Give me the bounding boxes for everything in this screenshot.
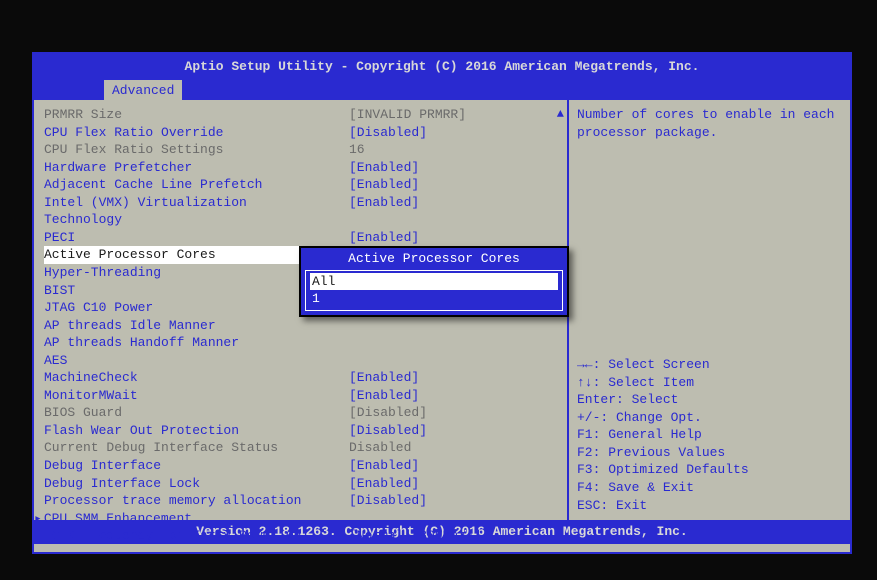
settings-panel: ▲ PRMRR Size[INVALID PRMRR]CPU Flex Rati… <box>34 100 569 520</box>
popup-title: Active Processor Cores <box>301 248 567 270</box>
setting-value: [Enabled] <box>349 194 419 212</box>
setting-value: [Enabled] <box>349 475 419 493</box>
setting-label: PECI <box>44 229 349 247</box>
setting-row[interactable]: PRMRR Size[INVALID PRMRR] <box>44 106 563 124</box>
setting-row[interactable]: Debug Interface Lock[Enabled] <box>44 475 563 493</box>
setting-label: Hardware Prefetcher <box>44 159 349 177</box>
setting-label: MachineCheck <box>44 369 349 387</box>
settings-list[interactable]: PRMRR Size[INVALID PRMRR]CPU Flex Ratio … <box>44 106 563 545</box>
popup-active-processor-cores: Active Processor Cores All1 <box>299 246 569 317</box>
setting-value: [Enabled] <box>349 387 419 405</box>
setting-label: Debug Interface <box>44 457 349 475</box>
popup-body[interactable]: All1 <box>305 270 563 311</box>
setting-value: [Enabled] <box>349 176 419 194</box>
legend-line: Enter: Select <box>577 391 749 409</box>
setting-row[interactable]: BIOS Guard[Disabled] <box>44 404 563 422</box>
tab-row: Advanced <box>34 80 850 101</box>
setting-row[interactable]: Debug Interface[Enabled] <box>44 457 563 475</box>
setting-label: AES <box>44 352 349 370</box>
setting-value: [Enabled] <box>349 159 419 177</box>
popup-option[interactable]: All <box>310 273 558 291</box>
legend-line: F2: Previous Values <box>577 444 749 462</box>
legend-line: ESC: Exit <box>577 497 749 515</box>
setting-label: Debug Interface Lock <box>44 475 349 493</box>
setting-row[interactable]: CPU Flex Ratio Override[Disabled] <box>44 124 563 142</box>
bios-screen: Aptio Setup Utility - Copyright (C) 2016… <box>32 52 852 554</box>
setting-row[interactable]: Adjacent Cache Line Prefetch[Enabled] <box>44 176 563 194</box>
legend-line: F4: Save & Exit <box>577 479 749 497</box>
setting-value: [Enabled] <box>349 457 419 475</box>
setting-value: [Disabled] <box>349 124 427 142</box>
setting-row[interactable]: MonitorMWait[Enabled] <box>44 387 563 405</box>
title-bar: Aptio Setup Utility - Copyright (C) 2016… <box>34 54 850 80</box>
submenu-arrow-icon: ▸ <box>34 510 44 528</box>
setting-row[interactable]: MachineCheck[Enabled] <box>44 369 563 387</box>
setting-label: AP threads Handoff Manner <box>44 334 349 352</box>
setting-row[interactable]: AES <box>44 352 563 370</box>
setting-value: [Disabled] <box>349 492 427 510</box>
setting-row[interactable]: PECI[Enabled] <box>44 229 563 247</box>
tab-advanced[interactable]: Advanced <box>104 80 182 101</box>
setting-label: PRMRR Size <box>44 106 349 124</box>
setting-row[interactable]: Intel (VMX) Virtualization[Enabled] <box>44 194 563 212</box>
setting-label: Flash Wear Out Protection <box>44 422 349 440</box>
setting-label: Technology <box>44 211 349 229</box>
legend-line: ↑↓: Select Item <box>577 374 749 392</box>
tab-label: Advanced <box>112 83 174 98</box>
setting-label: FCLK Frequency for Early Power On <box>44 527 349 545</box>
main-area: ▲ PRMRR Size[INVALID PRMRR]CPU Flex Rati… <box>34 100 850 520</box>
key-legend: →←: Select Screen↑↓: Select ItemEnter: S… <box>577 356 749 514</box>
legend-line: F3: Optimized Defaults <box>577 461 749 479</box>
setting-row[interactable]: Hardware Prefetcher[Enabled] <box>44 159 563 177</box>
setting-label: Current Debug Interface Status <box>44 439 349 457</box>
setting-label: CPU SMM Enhancement <box>44 510 349 528</box>
setting-value: [INVALID PRMRR] <box>349 106 466 124</box>
setting-value: [Disabled] <box>349 422 427 440</box>
setting-row[interactable]: Technology <box>44 211 563 229</box>
legend-line: +/-: Change Opt. <box>577 409 749 427</box>
setting-value: [Normal (800Mhz)] <box>349 527 482 545</box>
setting-value: 16 <box>349 141 365 159</box>
setting-value: [Enabled] <box>349 229 419 247</box>
setting-value: [Disabled] <box>349 404 427 422</box>
title-text: Aptio Setup Utility - Copyright (C) 2016… <box>185 59 700 74</box>
setting-row[interactable]: AP threads Idle Manner <box>44 317 563 335</box>
legend-line: →←: Select Screen <box>577 356 749 374</box>
setting-label: Intel (VMX) Virtualization <box>44 194 349 212</box>
setting-row[interactable]: Processor trace memory allocation[Disabl… <box>44 492 563 510</box>
help-text: Number of cores to enable in each proces… <box>577 106 842 141</box>
scroll-up-icon: ▲ <box>557 106 564 122</box>
setting-label: CPU Flex Ratio Settings <box>44 141 349 159</box>
setting-label: BIOS Guard <box>44 404 349 422</box>
help-panel: Number of cores to enable in each proces… <box>569 100 850 520</box>
setting-label: MonitorMWait <box>44 387 349 405</box>
setting-row[interactable]: Flash Wear Out Protection[Disabled] <box>44 422 563 440</box>
setting-value: [Enabled] <box>349 369 419 387</box>
setting-row[interactable]: AP threads Handoff Manner <box>44 334 563 352</box>
setting-row[interactable]: CPU Flex Ratio Settings16 <box>44 141 563 159</box>
setting-label: Processor trace memory allocation <box>44 492 349 510</box>
setting-value: Disabled <box>349 439 411 457</box>
setting-label: AP threads Idle Manner <box>44 317 349 335</box>
popup-option[interactable]: 1 <box>310 290 558 308</box>
setting-label: Adjacent Cache Line Prefetch <box>44 176 349 194</box>
setting-row[interactable]: ▸CPU SMM Enhancement <box>44 510 563 528</box>
setting-row[interactable]: Current Debug Interface StatusDisabled <box>44 439 563 457</box>
legend-line: F1: General Help <box>577 426 749 444</box>
setting-label: CPU Flex Ratio Override <box>44 124 349 142</box>
setting-row[interactable]: FCLK Frequency for Early Power On[Normal… <box>44 527 563 545</box>
